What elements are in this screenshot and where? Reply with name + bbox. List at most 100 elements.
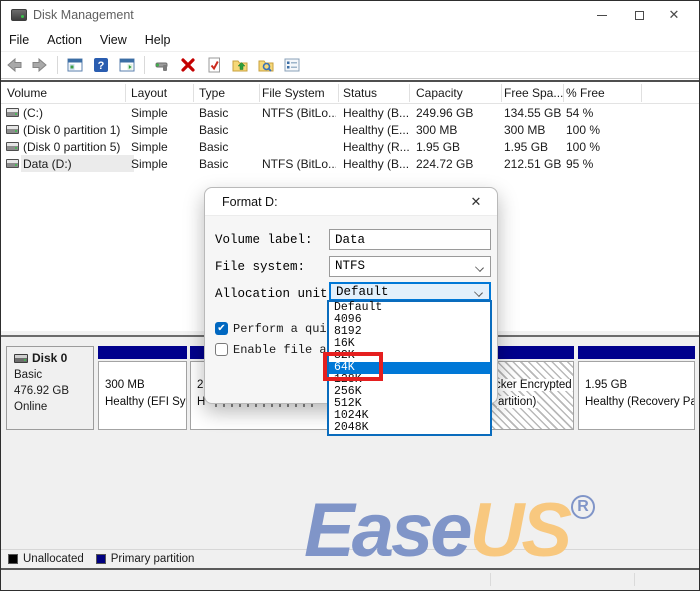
title-bar: Disk Management ✕ [1,1,699,29]
cell-status: Healthy (B... [343,157,409,171]
forward-icon[interactable] [28,54,52,76]
col-type[interactable]: Type [199,86,225,100]
cell-volume: (C:) [23,106,125,120]
dialog-close-icon[interactable]: ✕ [463,192,489,212]
volume-icon [6,125,19,134]
console-tree-icon[interactable] [63,54,87,76]
help-icon[interactable]: ? [89,54,113,76]
disk0-label-box[interactable]: Disk 0 Basic 476.92 GB Online [6,346,94,430]
cell-status: Healthy (R... [343,140,409,154]
partition-efi[interactable]: 300 MB Healthy (EFI Sy: [98,346,187,430]
col-volume[interactable]: Volume [7,86,47,100]
partition-size: 2 [197,379,203,391]
file-system-select[interactable]: NTFS [329,256,491,277]
menu-view[interactable]: View [91,33,136,47]
table-row-partition5[interactable]: (Disk 0 partition 5) Simple Basic Health… [1,138,699,155]
disk-management-window: Disk Management ✕ File Action View Help … [0,0,700,591]
cell-type: Basic [199,157,257,171]
cell-type: Basic [199,123,257,137]
partition-size: 1.95 GB [585,379,627,391]
option-2048k[interactable]: 2048K [329,422,490,434]
cell-type: Basic [199,106,257,120]
disk-icon [14,354,28,363]
file-system-value: NTFS [335,259,365,273]
open-folder-icon[interactable] [228,54,252,76]
toolbar-separator [144,56,145,74]
partition-status: Healthy (Recovery Par [585,396,695,408]
volume-icon [6,142,19,151]
partition-label-fragment: artition) [497,396,537,408]
cell-capacity: 1.95 GB [416,140,496,154]
dialog-title: Format D: [222,195,278,209]
annotation-red-box [323,352,383,381]
col-pct-free[interactable]: % Free [566,86,605,100]
table-row-data-d[interactable]: Data (D:) Simple Basic NTFS (BitLo... He… [1,155,699,172]
col-file-system[interactable]: File System [262,86,325,100]
cell-status: Healthy (E... [343,123,409,137]
disk-name: Disk 0 [32,351,67,365]
chevron-down-icon [474,288,483,297]
delete-volume-icon[interactable] [176,54,200,76]
window-title: Disk Management [33,8,134,22]
back-icon[interactable] [2,54,26,76]
volume-list-header: Volume Layout Type File System Status Ca… [1,82,699,104]
menu-file[interactable]: File [1,33,38,47]
menu-bar: File Action View Help [1,29,699,52]
allocation-unit-label: Allocation unit [215,287,328,301]
easeus-watermark: EaseUSR [304,493,595,569]
cell-pct-free: 54 % [566,106,630,120]
allocation-unit-value: Default [336,285,389,299]
cell-volume: (Disk 0 partition 5) [23,140,125,154]
cell-layout: Simple [131,140,193,154]
checkbox-unchecked-icon[interactable] [215,343,228,356]
volume-icon [6,108,19,117]
volume-label-input[interactable] [329,229,491,250]
cell-capacity: 300 MB [416,123,496,137]
partition-label-fragment: cker Encrypted [494,379,573,391]
volume-label-label: Volume label: [215,233,313,247]
disk-type: Basic [14,369,93,381]
partition-size: 300 MB [105,379,145,391]
watermark-ease: Ease [304,488,470,573]
col-capacity[interactable]: Capacity [416,86,463,100]
volume-icon [6,159,19,168]
partition-recovery[interactable]: 1.95 GB Healthy (Recovery Par [578,346,695,430]
checkbox-checked-icon[interactable]: ✔ [215,322,228,335]
cell-free-space: 134.55 GB [504,106,562,120]
dialog-title-bar: Format D: ✕ [205,188,497,216]
close-button[interactable]: ✕ [657,1,691,29]
cell-pct-free: 95 % [566,157,630,171]
menu-action[interactable]: Action [38,33,91,47]
partition-status: Healthy (EFI Sy: [105,396,187,408]
maximize-button[interactable] [622,1,656,29]
cell-capacity: 249.96 GB [416,106,496,120]
cell-type: Basic [199,140,257,154]
action-pane-icon[interactable] [115,54,139,76]
registered-trademark-icon: R [571,495,595,519]
svg-text:?: ? [98,60,105,72]
cell-layout: Simple [131,157,193,171]
cell-volume: (Disk 0 partition 1) [23,123,125,137]
unallocated-color-swatch [8,554,18,564]
clipped-text-remnant [215,404,315,407]
cell-file-system: NTFS (BitLo... [262,106,336,120]
table-row-partition1[interactable]: (Disk 0 partition 1) Simple Basic Health… [1,121,699,138]
cell-pct-free: 100 % [566,123,630,137]
cell-free-space: 300 MB [504,123,562,137]
cell-status: Healthy (B... [343,106,409,120]
col-status[interactable]: Status [343,86,377,100]
menu-help[interactable]: Help [136,33,180,47]
cell-file-system: NTFS (BitLo... [262,157,336,171]
table-row-c[interactable]: (C:) Simple Basic NTFS (BitLo... Healthy… [1,104,699,121]
cell-layout: Simple [131,123,193,137]
cell-volume: Data (D:) [23,157,125,171]
explore-folder-icon[interactable] [254,54,278,76]
cell-layout: Simple [131,106,193,120]
col-layout[interactable]: Layout [131,86,167,100]
properties-icon[interactable] [280,54,304,76]
tool-icon[interactable] [150,54,174,76]
allocation-unit-select[interactable]: Default [329,282,491,301]
check-document-icon[interactable] [202,54,226,76]
col-free-space[interactable]: Free Spa... [504,86,563,100]
minimize-button[interactable] [585,1,619,29]
